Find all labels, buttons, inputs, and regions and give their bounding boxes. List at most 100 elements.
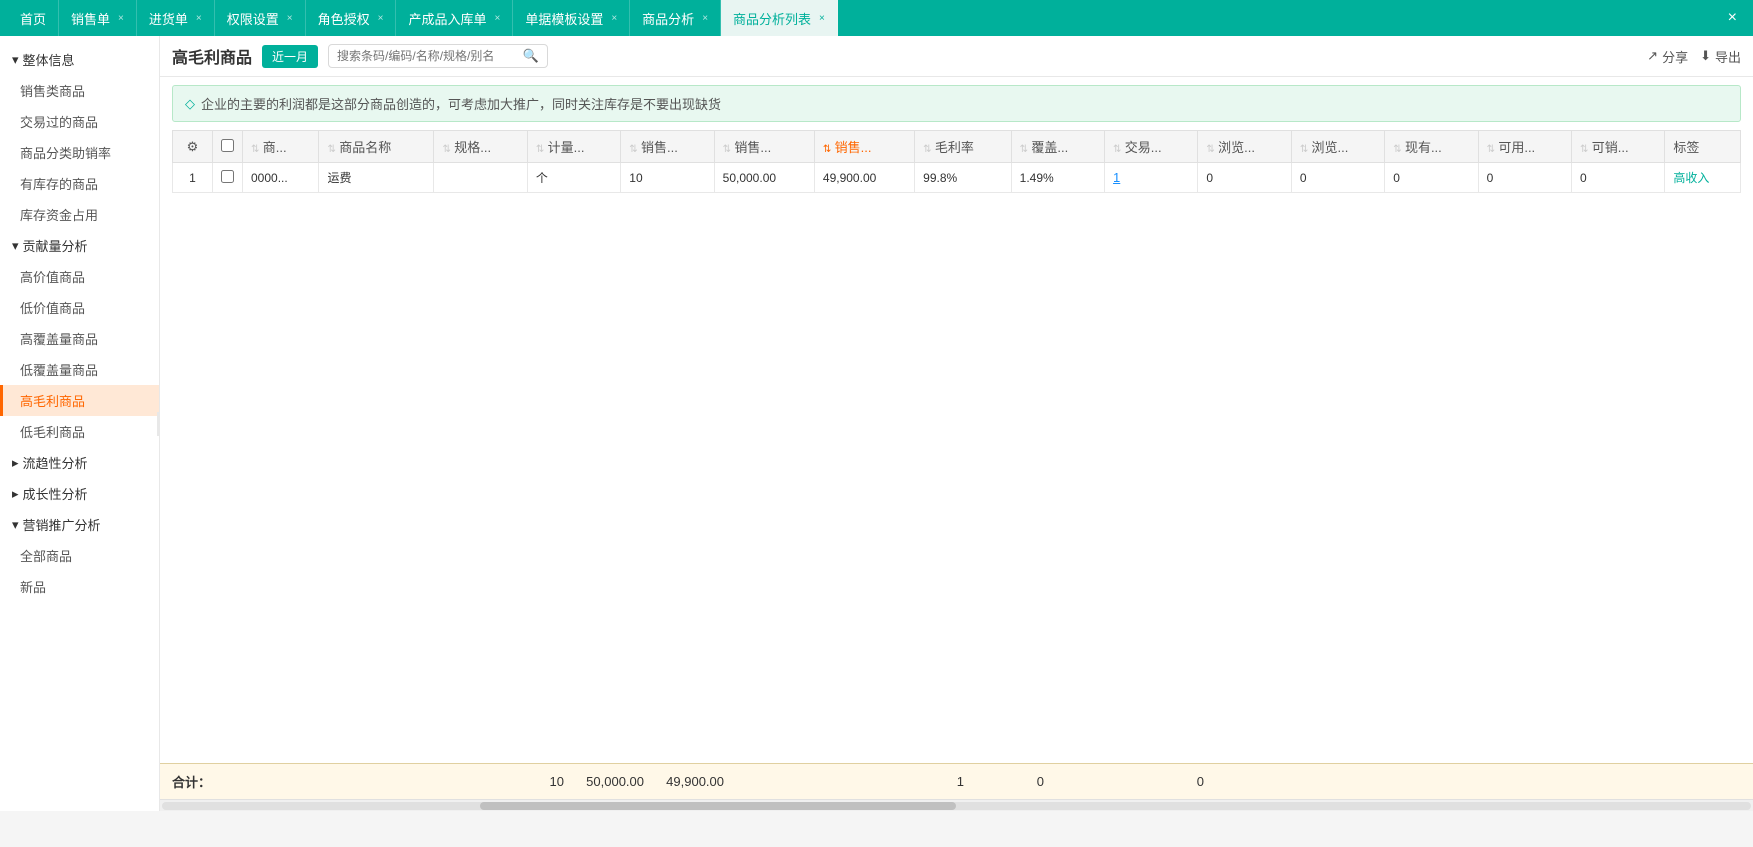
footer-browse1: 0 bbox=[972, 774, 1052, 789]
nav-tab-sales[interactable]: 销售单 × bbox=[59, 0, 137, 36]
footer-trade: 1 bbox=[892, 774, 972, 789]
close-analysis-tab[interactable]: × bbox=[702, 13, 708, 24]
sort-icon-2: ⇅ bbox=[327, 144, 335, 155]
scroll-thumb[interactable] bbox=[480, 802, 957, 810]
cell-tag: 高收入 bbox=[1665, 163, 1741, 193]
sidebar-item-high-margin[interactable]: 高毛利商品 bbox=[0, 385, 159, 416]
cell-code: 0000... bbox=[243, 163, 319, 193]
nav-tab-roles[interactable]: 角色授权 × bbox=[306, 0, 397, 36]
sidebar-item-high-value[interactable]: 高价值商品 bbox=[0, 261, 159, 292]
sort-icon-15: ⇅ bbox=[1580, 144, 1588, 155]
cell-trade[interactable]: 1 bbox=[1105, 163, 1198, 193]
th-unit[interactable]: ⇅ 计量... bbox=[527, 131, 620, 163]
th-sales-qty[interactable]: ⇅ 销售... bbox=[621, 131, 714, 163]
content-header: 高毛利商品 近一月 🔍 ↗ 分享 ⬇ 导出 bbox=[160, 36, 1753, 77]
th-sellable[interactable]: ⇅ 可销... bbox=[1571, 131, 1664, 163]
cell-sales-profit: 49,900.00 bbox=[814, 163, 914, 193]
nav-tab-home[interactable]: 首页 bbox=[8, 0, 59, 36]
period-button[interactable]: 近一月 bbox=[262, 45, 318, 68]
th-available[interactable]: ⇅ 可用... bbox=[1478, 131, 1571, 163]
cell-available: 0 bbox=[1478, 163, 1571, 193]
nav-close-all[interactable]: × bbox=[1720, 9, 1745, 27]
row-checkbox[interactable] bbox=[221, 170, 234, 183]
sidebar-group-overall[interactable]: ▾ 整体信息 bbox=[0, 44, 159, 75]
tip-icon: ◇ bbox=[185, 96, 195, 112]
sort-icon-7: ⇅ bbox=[823, 144, 831, 155]
cell-check[interactable] bbox=[213, 163, 243, 193]
th-index: ⚙ bbox=[173, 131, 213, 163]
close-roles-tab[interactable]: × bbox=[378, 13, 384, 24]
th-browse2[interactable]: ⇅ 浏览... bbox=[1291, 131, 1384, 163]
sort-icon-13: ⇅ bbox=[1393, 144, 1401, 155]
sidebar-collapse-btn[interactable]: « bbox=[157, 412, 160, 436]
sidebar-item-new-goods[interactable]: 新品 bbox=[0, 571, 159, 602]
chevron-right-icon: ▸ bbox=[12, 455, 19, 471]
sort-icon: ⇅ bbox=[251, 144, 259, 155]
sidebar-item-traded-goods[interactable]: 交易过的商品 bbox=[0, 106, 159, 137]
sort-icon-5: ⇅ bbox=[629, 144, 637, 155]
sort-icon-14: ⇅ bbox=[1487, 144, 1495, 155]
page-title: 高毛利商品 bbox=[172, 44, 252, 68]
close-sales-tab[interactable]: × bbox=[118, 13, 124, 24]
chevron-down-icon-3: ▾ bbox=[12, 517, 19, 533]
close-templates-tab[interactable]: × bbox=[611, 13, 617, 24]
sidebar-item-high-coverage[interactable]: 高覆盖量商品 bbox=[0, 323, 159, 354]
nav-tab-analysis-list[interactable]: 商品分析列表 × bbox=[721, 0, 838, 36]
sidebar-item-low-coverage[interactable]: 低覆盖量商品 bbox=[0, 354, 159, 385]
nav-tab-products[interactable]: 产成品入库单 × bbox=[396, 0, 513, 36]
nav-tab-permissions[interactable]: 权限设置 × bbox=[215, 0, 306, 36]
action-buttons: ↗ 分享 ⬇ 导出 bbox=[1647, 47, 1741, 66]
th-sales-profit[interactable]: ⇅ 销售... bbox=[814, 131, 914, 163]
footer-sales-profit: 49,900.00 bbox=[652, 774, 732, 789]
th-gross-rate[interactable]: ⇅ 毛利率 bbox=[915, 131, 1011, 163]
sidebar-group-marketing[interactable]: ▾ 营销推广分析 bbox=[0, 509, 159, 540]
nav-tab-templates[interactable]: 单据模板设置 × bbox=[513, 0, 630, 36]
close-products-tab[interactable]: × bbox=[494, 13, 500, 24]
th-name[interactable]: ⇅ 商品名称 bbox=[319, 131, 434, 163]
share-button[interactable]: ↗ 分享 bbox=[1647, 47, 1688, 66]
footer-available: 0 bbox=[1132, 774, 1212, 789]
close-analysis-list-tab[interactable]: × bbox=[819, 13, 825, 24]
search-input[interactable] bbox=[337, 49, 517, 63]
nav-tab-analysis[interactable]: 商品分析 × bbox=[630, 0, 721, 36]
tip-banner: ◇ 企业的主要的利润都是这部分商品创造的，可考虑加大推广，同时关注库存是不要出现… bbox=[172, 85, 1741, 122]
th-trade[interactable]: ⇅ 交易... bbox=[1105, 131, 1198, 163]
sidebar-item-in-stock[interactable]: 有库存的商品 bbox=[0, 168, 159, 199]
sidebar-item-low-margin[interactable]: 低毛利商品 bbox=[0, 416, 159, 447]
close-permissions-tab[interactable]: × bbox=[287, 13, 293, 24]
nav-tab-purchase[interactable]: 进货单 × bbox=[137, 0, 215, 36]
close-purchase-tab[interactable]: × bbox=[196, 13, 202, 24]
th-code[interactable]: ⇅ 商... bbox=[243, 131, 319, 163]
search-box: 🔍 bbox=[328, 44, 548, 68]
sidebar-group-trend[interactable]: ▸ 流趋性分析 bbox=[0, 447, 159, 478]
bottom-scrollbar[interactable] bbox=[160, 799, 1753, 811]
sidebar-item-category-rate[interactable]: 商品分类助销率 bbox=[0, 137, 159, 168]
th-tag[interactable]: 标签 bbox=[1665, 131, 1741, 163]
sort-icon-8: ⇅ bbox=[923, 144, 931, 155]
cell-current: 0 bbox=[1385, 163, 1478, 193]
th-sales-amt[interactable]: ⇅ 销售... bbox=[714, 131, 814, 163]
cell-browse2: 0 bbox=[1291, 163, 1384, 193]
th-browse1[interactable]: ⇅ 浏览... bbox=[1198, 131, 1291, 163]
select-all-checkbox[interactable] bbox=[221, 139, 234, 152]
share-icon: ↗ bbox=[1647, 48, 1658, 64]
sidebar: « ▾ 整体信息 销售类商品 交易过的商品 商品分类助销率 有库存的商品 库存资… bbox=[0, 36, 160, 811]
th-spec[interactable]: ⇅ 规格... bbox=[434, 131, 527, 163]
th-current[interactable]: ⇅ 现有... bbox=[1385, 131, 1478, 163]
search-icon[interactable]: 🔍 bbox=[523, 48, 539, 64]
footer-sales-qty: 10 bbox=[492, 774, 572, 789]
export-button[interactable]: ⬇ 导出 bbox=[1700, 47, 1741, 66]
sidebar-group-growth[interactable]: ▸ 成长性分析 bbox=[0, 478, 159, 509]
scroll-track[interactable] bbox=[162, 802, 1751, 810]
sidebar-item-stock-capital[interactable]: 库存资金占用 bbox=[0, 199, 159, 230]
sidebar-group-contribution[interactable]: ▾ 贡献量分析 bbox=[0, 230, 159, 261]
sidebar-item-low-value[interactable]: 低价值商品 bbox=[0, 292, 159, 323]
cell-sellable: 0 bbox=[1571, 163, 1664, 193]
sidebar-item-all-goods[interactable]: 全部商品 bbox=[0, 540, 159, 571]
settings-icon[interactable]: ⚙ bbox=[187, 139, 199, 154]
table-row: 1 0000... 运费 个 10 50,000.00 49,900.00 99… bbox=[173, 163, 1741, 193]
sidebar-item-sales-goods[interactable]: 销售类商品 bbox=[0, 75, 159, 106]
table-wrapper: ⚙ ⇅ 商... ⇅ 商品名称 bbox=[172, 130, 1741, 763]
th-coverage[interactable]: ⇅ 覆盖... bbox=[1011, 131, 1104, 163]
content-area: 高毛利商品 近一月 🔍 ↗ 分享 ⬇ 导出 ◇ 企业的主要的利润都是这部分商品创… bbox=[160, 36, 1753, 811]
